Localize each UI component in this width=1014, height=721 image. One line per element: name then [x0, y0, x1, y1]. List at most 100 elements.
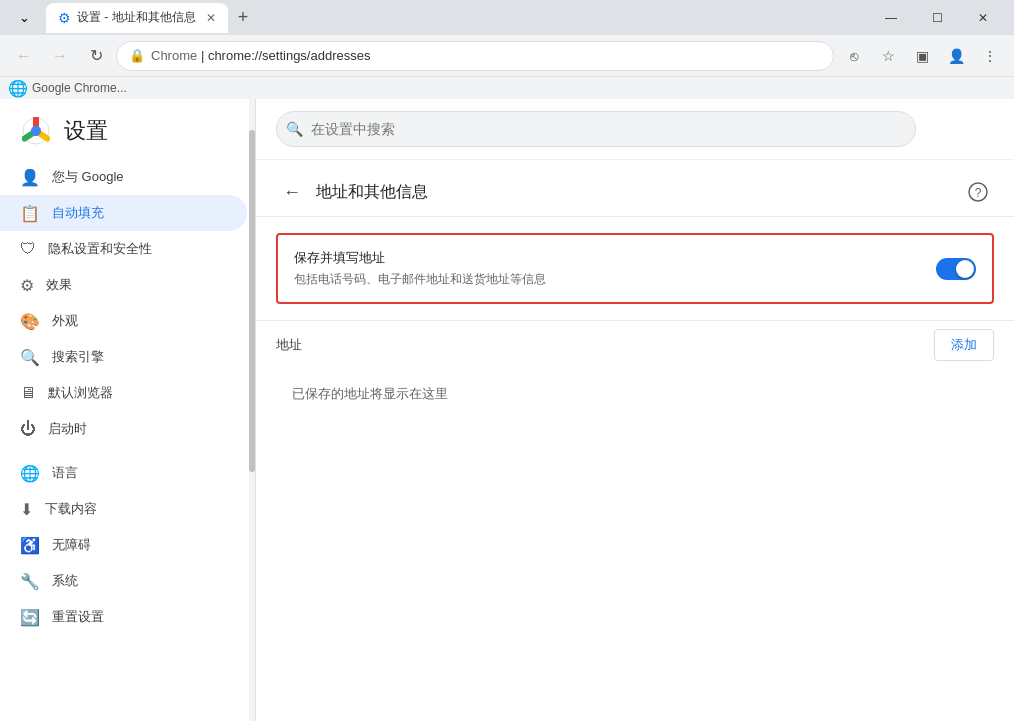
autofill-icon: 📋 — [20, 204, 40, 223]
effects-icon: ⚙ — [20, 276, 34, 295]
sidebar-item-downloads[interactable]: ⬇ 下载内容 — [0, 491, 247, 527]
search-icon: 🔍 — [286, 121, 303, 137]
back-button[interactable]: ← — [8, 40, 40, 72]
sidebar-item-appearance[interactable]: 🎨 外观 — [0, 303, 247, 339]
default-browser-icon: 🖥 — [20, 384, 36, 402]
sidebar-item-effects[interactable]: ⚙ 效果 — [0, 267, 247, 303]
close-icon — [960, 0, 1006, 35]
navbar: ← → ↻ 🔒 Chrome | chrome://settings/addre… — [0, 35, 1014, 77]
address-section: 地址 添加 已保存的地址将显示在这里 — [256, 320, 1014, 411]
toggle-title: 保存并填写地址 — [294, 249, 546, 267]
startup-icon: ⏻ — [20, 420, 36, 438]
save-address-toggle[interactable] — [936, 258, 976, 280]
settings-title: 设置 — [64, 116, 108, 146]
bookmark-button[interactable]: ☆ — [872, 40, 904, 72]
language-icon: 🌐 — [20, 464, 40, 483]
main-search-area: 🔍 — [256, 99, 1014, 160]
menu-button[interactable]: ⋮ — [974, 40, 1006, 72]
sidebar-item-you-google[interactable]: 👤 您与 Google — [0, 159, 247, 195]
sidebar-item-label: 效果 — [46, 276, 72, 294]
settings-search-input[interactable] — [276, 111, 916, 147]
url-chrome: Chrome — [151, 48, 197, 63]
empty-state: 已保存的地址将显示在这里 — [256, 369, 1014, 411]
sidebar-item-label: 默认浏览器 — [48, 384, 113, 402]
sidebar-item-label: 重置设置 — [52, 608, 104, 626]
page-title: 地址和其他信息 — [316, 182, 428, 203]
chevron-down-icon[interactable]: ⌄ — [8, 0, 40, 35]
sidebar-item-reset[interactable]: 🔄 重置设置 — [0, 599, 247, 635]
downloads-icon: ⬇ — [20, 500, 33, 519]
sidebar-item-default-browser[interactable]: 🖥 默认浏览器 — [0, 375, 247, 411]
sidebar-item-system[interactable]: 🔧 系统 — [0, 563, 247, 599]
sidebar-item-label: 无障碍 — [52, 536, 91, 554]
sidebar-item-label: 隐私设置和安全性 — [48, 240, 152, 258]
appearance-icon: 🎨 — [20, 312, 40, 331]
privacy-icon: 🛡 — [20, 240, 36, 258]
sidebar-item-language[interactable]: 🌐 语言 — [0, 455, 247, 491]
sidebar-item-privacy[interactable]: 🛡 隐私设置和安全性 — [0, 231, 247, 267]
chrome-settings-icon — [20, 115, 52, 147]
navbar-actions: ⎋ ☆ ▣ 👤 ⋮ — [838, 40, 1006, 72]
profile-button[interactable]: 👤 — [940, 40, 972, 72]
sidebar-scroll: 👤 您与 Google 📋 自动填充 🛡 隐私设置和安全性 ⚙ 效果 🎨 外观 … — [0, 159, 255, 635]
chrome-logo-svg — [22, 117, 50, 145]
sidebar-item-label: 搜索引擎 — [52, 348, 104, 366]
reset-icon: 🔄 — [20, 608, 40, 627]
toggle-card-text: 保存并填写地址 包括电话号码、电子邮件地址和送货地址等信息 — [294, 249, 546, 288]
new-tab-button[interactable]: + — [238, 7, 249, 28]
svg-text:?: ? — [975, 186, 982, 200]
save-address-toggle-card: 保存并填写地址 包括电话号码、电子邮件地址和送货地址等信息 — [276, 233, 994, 304]
sidebar-item-label: 您与 Google — [52, 168, 124, 186]
share-button[interactable]: ⎋ — [838, 40, 870, 72]
refresh-button[interactable]: ↻ — [80, 40, 112, 72]
url-path: chrome://settings/addresses — [208, 48, 371, 63]
window-controls — [868, 0, 1006, 35]
help-button[interactable]: ? — [962, 176, 994, 208]
search-engine-icon: 🔍 — [20, 348, 40, 367]
maximize-button[interactable] — [914, 0, 960, 35]
tab-settings-icon: ⚙ — [58, 10, 71, 26]
page-header: ← 地址和其他信息 ? — [256, 160, 1014, 217]
sidebar-item-label: 启动时 — [48, 420, 87, 438]
sidebar-divider — [0, 447, 255, 455]
title-bar: ⌄ ⚙ 设置 - 地址和其他信息 ✕ + — [0, 0, 1014, 35]
sidebar-item-search-engine[interactable]: 🔍 搜索引擎 — [0, 339, 247, 375]
loading-text: Google Chrome... — [32, 81, 127, 95]
settings-wrapper: 设置 👤 您与 Google 📋 自动填充 🛡 隐私设置和安全性 ⚙ 效果 🎨 — [0, 99, 1014, 721]
main-content: 🔍 ← 地址和其他信息 ? 保存并填写地址 包括电话号码、电子邮件地址和送货地址… — [256, 99, 1014, 721]
search-wrap: 🔍 — [276, 111, 916, 147]
sidebar-item-label: 下载内容 — [45, 500, 97, 518]
svg-point-2 — [31, 126, 41, 136]
tab-title: 设置 - 地址和其他信息 — [77, 9, 196, 26]
system-icon: 🔧 — [20, 572, 40, 591]
sidebar-item-label: 语言 — [52, 464, 78, 482]
toggle-desc: 包括电话号码、电子邮件地址和送货地址等信息 — [294, 271, 546, 288]
page-header-left: ← 地址和其他信息 — [276, 176, 428, 208]
scrollbar-thumb[interactable] — [249, 130, 255, 472]
sidebar-item-label: 外观 — [52, 312, 78, 330]
address-bar[interactable]: 🔒 Chrome | chrome://settings/addresses — [116, 41, 834, 71]
sidebar-item-autofill[interactable]: 📋 自动填充 — [0, 195, 247, 231]
sidebar-item-accessibility[interactable]: ♿ 无障碍 — [0, 527, 247, 563]
splitview-button[interactable]: ▣ — [906, 40, 938, 72]
tab-close-button[interactable]: ✕ — [206, 11, 216, 25]
help-icon: ? — [968, 182, 988, 202]
url-text: Chrome | chrome://settings/addresses — [151, 48, 821, 63]
loading-bar: 🌐 Google Chrome... — [0, 77, 1014, 99]
you-google-icon: 👤 — [20, 168, 40, 187]
chrome-logo-icon: 🌐 — [8, 79, 28, 98]
sidebar-item-startup[interactable]: ⏻ 启动时 — [0, 411, 247, 447]
minimize-icon — [868, 0, 914, 35]
forward-button[interactable]: → — [44, 40, 76, 72]
minimize-button[interactable] — [868, 0, 914, 35]
sidebar-item-label: 系统 — [52, 572, 78, 590]
section-header: 地址 添加 — [256, 321, 1014, 369]
lock-icon: 🔒 — [129, 48, 145, 63]
section-label: 地址 — [276, 336, 302, 354]
accessibility-icon: ♿ — [20, 536, 40, 555]
close-button[interactable] — [960, 0, 1006, 35]
add-address-button[interactable]: 添加 — [934, 329, 994, 361]
browser-tab[interactable]: ⚙ 设置 - 地址和其他信息 ✕ — [46, 3, 228, 33]
page-back-button[interactable]: ← — [276, 176, 308, 208]
toggle-slider — [936, 258, 976, 280]
